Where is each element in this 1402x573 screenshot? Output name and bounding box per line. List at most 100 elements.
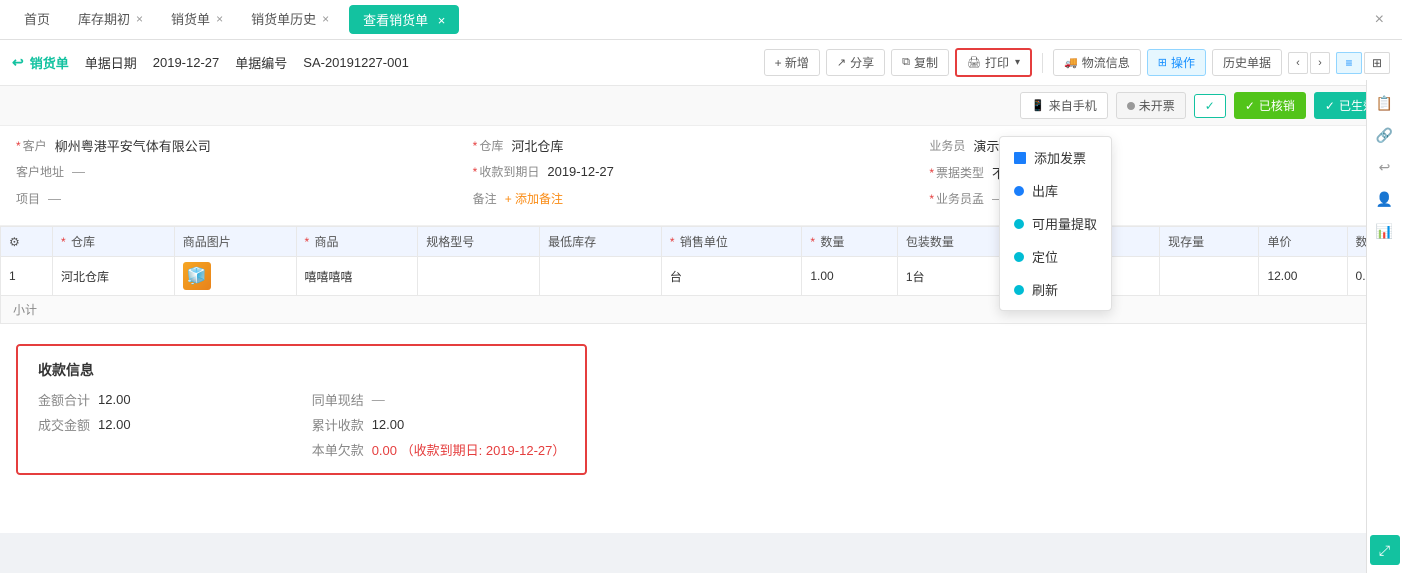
- share-icon: ↗: [837, 56, 846, 69]
- check-icon: ✓: [1205, 99, 1215, 113]
- tab-sales-order-close[interactable]: ×: [216, 12, 223, 26]
- doc-title-area: ↩ 销货单 单据日期 2019-12-27 单据编号 SA-20191227-0…: [12, 53, 754, 72]
- project-value: —: [48, 191, 61, 206]
- operation-icon: ⊞: [1158, 56, 1167, 69]
- warehouse-value: 河北仓库: [511, 136, 563, 155]
- phone-icon: 📱: [1031, 99, 1045, 112]
- cell-product: 嘻嘻嘻嘻: [296, 257, 418, 296]
- locate-icon: [1014, 252, 1024, 262]
- next-record-button[interactable]: ›: [1310, 52, 1330, 74]
- cell-spec: [418, 257, 540, 296]
- dropdown-available-pickup[interactable]: 可用量提取: [1000, 207, 1111, 240]
- cell-product-img: 🧊: [174, 257, 296, 296]
- prev-record-button[interactable]: ‹: [1288, 52, 1308, 74]
- tab-sales-history-close[interactable]: ×: [322, 12, 329, 26]
- done-button[interactable]: ✓ 已核销: [1234, 92, 1306, 119]
- logistics-icon: 🚚: [1064, 56, 1078, 69]
- col-gear: ⚙: [1, 227, 53, 257]
- table-row: 1 河北仓库 🧊 嘻嘻嘻嘻 台 1.00 1台 12.00 0.: [1, 257, 1402, 296]
- col-product-img: 商品图片: [174, 227, 296, 257]
- number-value: SA-20191227-001: [303, 55, 409, 70]
- tab-home[interactable]: 首页: [10, 0, 64, 40]
- cell-price: 12.00: [1259, 257, 1347, 296]
- due-date-cell: *收款到期日 2019-12-27: [473, 163, 930, 180]
- grid-view-button[interactable]: ⊞: [1364, 52, 1390, 74]
- sidebar-icon-expand[interactable]: ⤢: [1370, 535, 1400, 565]
- copy-button[interactable]: ⧉ 复制: [891, 49, 949, 76]
- not-opened-button[interactable]: 未开票: [1116, 92, 1186, 119]
- nav-arrows: ‹ ›: [1288, 52, 1330, 74]
- due-date-value: 2019-12-27: [547, 164, 614, 179]
- circle-icon: [1127, 102, 1135, 110]
- list-view-button[interactable]: ≡: [1336, 52, 1362, 74]
- invoice-icon: [1014, 152, 1026, 164]
- notes-cell: 备注 + 添加备注: [473, 190, 930, 207]
- customer-value: 柳州粤港平安气体有限公司: [55, 136, 211, 155]
- tab-view-sales-close[interactable]: ×: [438, 13, 446, 28]
- warehouse-cell: *仓库 河北仓库: [473, 136, 930, 155]
- dropdown-refresh[interactable]: 刷新: [1000, 273, 1111, 306]
- col-min-stock: 最低库存: [540, 227, 662, 257]
- print-button[interactable]: 🖨 打印 ▾: [955, 48, 1032, 77]
- sidebar-icon-return[interactable]: ↩: [1370, 152, 1400, 182]
- project-cell: 项目 —: [16, 190, 473, 207]
- add-note-button[interactable]: + 添加备注: [505, 190, 563, 207]
- cell-min-stock: [540, 257, 662, 296]
- col-spec: 规格型号: [418, 227, 540, 257]
- dropdown-outbound[interactable]: 出库: [1000, 174, 1111, 207]
- info-row-3: 项目 — 备注 + 添加备注 *业务员孟 —: [16, 190, 1386, 207]
- tab-view-sales[interactable]: 查看销货单 ×: [349, 5, 459, 34]
- info-row-2: 客户地址 — *收款到期日 2019-12-27 *票据类型 不开票: [16, 163, 1386, 182]
- new-button[interactable]: + 新增: [764, 49, 820, 76]
- payment-settlement-value: —: [372, 392, 385, 407]
- dropdown-locate[interactable]: 定位: [1000, 240, 1111, 273]
- sidebar-icon-clipboard[interactable]: 📋: [1370, 88, 1400, 118]
- check-icon-btn[interactable]: ✓: [1194, 94, 1226, 118]
- cell-stock: [1160, 257, 1259, 296]
- separator-1: [1042, 53, 1043, 73]
- payment-box: 收款信息 金额合计 12.00 同单现结 — 成交金额 12.00 累计收款 1…: [16, 344, 587, 475]
- cell-unit: 台: [661, 257, 802, 296]
- subtotal-label: 小计: [1, 296, 1402, 324]
- payment-balance-value: 0.00 （收款到期日: 2019-12-27）: [372, 440, 566, 459]
- col-warehouse: * 仓库: [53, 227, 175, 257]
- address-cell: 客户地址 —: [16, 163, 473, 180]
- tab-sales-order[interactable]: 销货单 ×: [157, 0, 237, 40]
- col-price: 单价: [1259, 227, 1347, 257]
- print-dropdown-arrow: ▾: [1015, 57, 1020, 68]
- sidebar-icon-link[interactable]: 🔗: [1370, 120, 1400, 150]
- doc-icon: ↩: [12, 54, 24, 71]
- global-close-button[interactable]: ×: [1367, 11, 1392, 29]
- sidebar-icon-chart[interactable]: 📊: [1370, 216, 1400, 246]
- col-product: * 商品: [296, 227, 418, 257]
- tab-sales-history[interactable]: 销货单历史 ×: [237, 0, 343, 40]
- payment-cumulative-value: 12.00: [372, 417, 405, 432]
- due-note: （收款到期日: 2019-12-27）: [401, 443, 566, 458]
- payment-settlement: 同单现结 —: [312, 390, 566, 409]
- payment-balance: 本单欠款 0.00 （收款到期日: 2019-12-27）: [312, 440, 566, 459]
- share-button[interactable]: ↗ 分享: [826, 49, 885, 76]
- product-table: ⚙ * 仓库 商品图片 * 商品 规格型号 最低库存 * 销售单位 * 数量 包…: [0, 226, 1402, 324]
- toolbar-actions: + 新增 ↗ 分享 ⧉ 复制 🖨 打印 ▾ 🚚 物流信息 ⊞ 操作: [764, 48, 1390, 77]
- payment-cumulative: 累计收款 12.00: [312, 415, 566, 434]
- tab-bar: 首页 库存期初 × 销货单 × 销货单历史 × 查看销货单 × ×: [0, 0, 1402, 40]
- tab-inventory-init-close[interactable]: ×: [136, 12, 143, 26]
- payment-total-value: 12.00: [98, 392, 131, 407]
- table-scroll: ⚙ * 仓库 商品图片 * 商品 规格型号 最低库存 * 销售单位 * 数量 包…: [0, 226, 1402, 324]
- doc-meta: 单据日期 2019-12-27 单据编号 SA-20191227-001: [85, 53, 409, 72]
- main-content: ↩ 销货单 单据日期 2019-12-27 单据编号 SA-20191227-0…: [0, 40, 1402, 533]
- copy-icon: ⧉: [902, 56, 910, 69]
- table-header-row: ⚙ * 仓库 商品图片 * 商品 规格型号 最低库存 * 销售单位 * 数量 包…: [1, 227, 1402, 257]
- from-phone-button[interactable]: 📱 来自手机: [1020, 92, 1108, 119]
- document-toolbar: ↩ 销货单 单据日期 2019-12-27 单据编号 SA-20191227-0…: [0, 40, 1402, 86]
- logistics-button[interactable]: 🚚 物流信息: [1053, 49, 1141, 76]
- history-button[interactable]: 历史单据: [1212, 49, 1282, 76]
- col-stock: 现存量: [1160, 227, 1259, 257]
- view-toggle: ≡ ⊞: [1336, 52, 1390, 74]
- available-pickup-icon: [1014, 219, 1024, 229]
- sidebar-icon-user[interactable]: 👤: [1370, 184, 1400, 214]
- operation-button[interactable]: ⊞ 操作: [1147, 49, 1206, 76]
- dropdown-add-invoice[interactable]: 添加发票: [1000, 141, 1111, 174]
- tab-inventory-init[interactable]: 库存期初 ×: [64, 0, 157, 40]
- date-label: 单据日期: [85, 53, 137, 72]
